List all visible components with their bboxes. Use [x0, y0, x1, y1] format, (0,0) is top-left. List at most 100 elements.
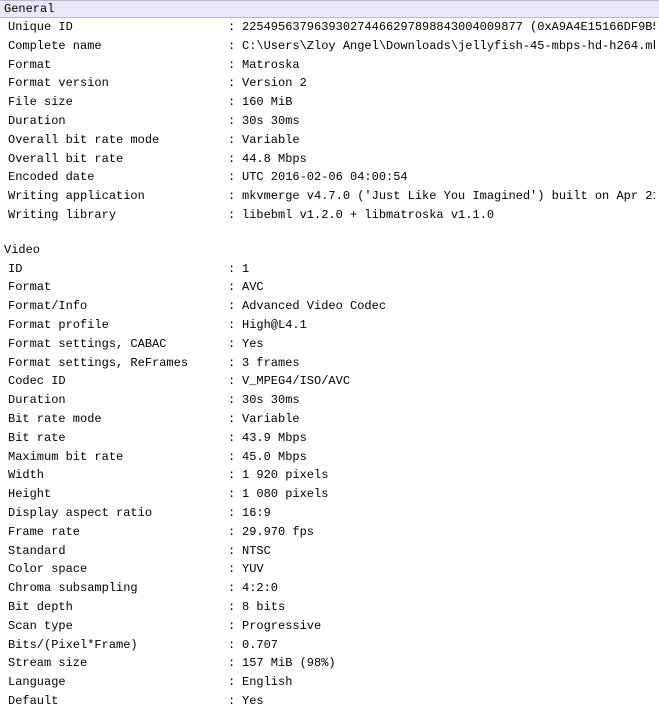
- property-row: Complete name:C:\Users\Zloy Angel\Downlo…: [0, 37, 659, 56]
- colon-separator: :: [228, 132, 242, 149]
- property-key: File size: [8, 94, 228, 111]
- section-title-row: Video: [0, 241, 659, 260]
- property-row: Format:Matroska: [0, 56, 659, 75]
- property-value: 1 080 pixels: [242, 486, 655, 503]
- colon-separator: :: [228, 411, 242, 428]
- property-value: Matroska: [242, 57, 655, 74]
- property-row: Height:1 080 pixels: [0, 485, 659, 504]
- colon-separator: :: [228, 317, 242, 334]
- section-rows: Unique ID:225495637963930274466297898843…: [0, 18, 659, 225]
- property-row: Duration:30s 30ms: [0, 391, 659, 410]
- property-value: V_MPEG4/ISO/AVC: [242, 373, 655, 390]
- property-key: Chroma subsampling: [8, 580, 228, 597]
- section-title: Video: [4, 242, 224, 259]
- colon-separator: :: [228, 543, 242, 560]
- property-key: Frame rate: [8, 524, 228, 541]
- property-key: Duration: [8, 392, 228, 409]
- property-key: Maximum bit rate: [8, 449, 228, 466]
- property-key: Format profile: [8, 317, 228, 334]
- colon-separator: :: [228, 207, 242, 224]
- colon-separator: :: [228, 430, 242, 447]
- property-key: Complete name: [8, 38, 228, 55]
- colon-separator: :: [228, 279, 242, 296]
- property-key: Language: [8, 674, 228, 691]
- property-row: Duration:30s 30ms: [0, 112, 659, 131]
- colon-separator: :: [228, 693, 242, 710]
- property-key: Format settings, ReFrames: [8, 355, 228, 372]
- property-key: Format version: [8, 75, 228, 92]
- property-value: 16:9: [242, 505, 655, 522]
- property-row: Format profile:High@L4.1: [0, 316, 659, 335]
- property-key: Standard: [8, 543, 228, 560]
- section-rows: ID:1Format:AVCFormat/Info:Advanced Video…: [0, 260, 659, 711]
- property-value: 43.9 Mbps: [242, 430, 655, 447]
- colon-separator: :: [228, 449, 242, 466]
- colon-separator: :: [228, 655, 242, 672]
- property-row: Writing application:mkvmerge v4.7.0 ('Ju…: [0, 187, 659, 206]
- property-key: Bit depth: [8, 599, 228, 616]
- property-key: Overall bit rate: [8, 151, 228, 168]
- property-row: ID:1: [0, 260, 659, 279]
- property-value: 1: [242, 261, 655, 278]
- property-row: Display aspect ratio:16:9: [0, 504, 659, 523]
- property-row: Bit rate mode:Variable: [0, 410, 659, 429]
- property-row: Scan type:Progressive: [0, 617, 659, 636]
- colon-separator: :: [228, 38, 242, 55]
- section-header: General: [0, 0, 659, 18]
- property-value: English: [242, 674, 655, 691]
- colon-separator: :: [228, 674, 242, 691]
- property-value: 160 MiB: [242, 94, 655, 111]
- property-key: Bit rate mode: [8, 411, 228, 428]
- property-key: Encoded date: [8, 169, 228, 186]
- colon-separator: :: [228, 19, 242, 36]
- colon-separator: :: [228, 188, 242, 205]
- property-value: 225495637963930274466297898843004009877 …: [242, 19, 655, 36]
- property-row: Overall bit rate mode:Variable: [0, 131, 659, 150]
- property-row: Format/Info:Advanced Video Codec: [0, 297, 659, 316]
- property-row: Overall bit rate:44.8 Mbps: [0, 150, 659, 169]
- colon-separator: :: [228, 355, 242, 372]
- colon-separator: :: [228, 298, 242, 315]
- colon-separator: :: [228, 618, 242, 635]
- property-value: 4:2:0: [242, 580, 655, 597]
- property-value: Yes: [242, 693, 655, 710]
- colon-separator: :: [228, 599, 242, 616]
- property-row: Bits/(Pixel*Frame):0.707: [0, 636, 659, 655]
- property-key: Color space: [8, 561, 228, 578]
- colon-separator: :: [228, 561, 242, 578]
- property-row: Maximum bit rate:45.0 Mbps: [0, 448, 659, 467]
- colon-separator: :: [228, 151, 242, 168]
- property-row: Codec ID:V_MPEG4/ISO/AVC: [0, 372, 659, 391]
- property-row: Chroma subsampling:4:2:0: [0, 579, 659, 598]
- property-key: Unique ID: [8, 19, 228, 36]
- colon-separator: :: [228, 336, 242, 353]
- colon-separator: :: [228, 505, 242, 522]
- property-key: ID: [8, 261, 228, 278]
- colon-separator: :: [228, 637, 242, 654]
- property-key: Format settings, CABAC: [8, 336, 228, 353]
- property-value: C:\Users\Zloy Angel\Downloads\jellyfish-…: [242, 38, 655, 55]
- property-row: Frame rate:29.970 fps: [0, 523, 659, 542]
- property-row: Unique ID:225495637963930274466297898843…: [0, 18, 659, 37]
- property-key: Bit rate: [8, 430, 228, 447]
- property-row: Default:Yes: [0, 692, 659, 711]
- property-value: 8 bits: [242, 599, 655, 616]
- property-row: Bit rate:43.9 Mbps: [0, 429, 659, 448]
- property-value: NTSC: [242, 543, 655, 560]
- property-value: 30s 30ms: [242, 392, 655, 409]
- property-key: Bits/(Pixel*Frame): [8, 637, 228, 654]
- colon-separator: :: [228, 113, 242, 130]
- property-value: 29.970 fps: [242, 524, 655, 541]
- property-value: 44.8 Mbps: [242, 151, 655, 168]
- property-value: AVC: [242, 279, 655, 296]
- property-key: Format: [8, 57, 228, 74]
- property-value: YUV: [242, 561, 655, 578]
- property-row: Stream size:157 MiB (98%): [0, 654, 659, 673]
- property-key: Duration: [8, 113, 228, 130]
- colon-separator: :: [228, 94, 242, 111]
- property-value: UTC 2016-02-06 04:00:54: [242, 169, 655, 186]
- colon-separator: :: [228, 169, 242, 186]
- property-value: 45.0 Mbps: [242, 449, 655, 466]
- property-row: Format:AVC: [0, 278, 659, 297]
- property-key: Writing library: [8, 207, 228, 224]
